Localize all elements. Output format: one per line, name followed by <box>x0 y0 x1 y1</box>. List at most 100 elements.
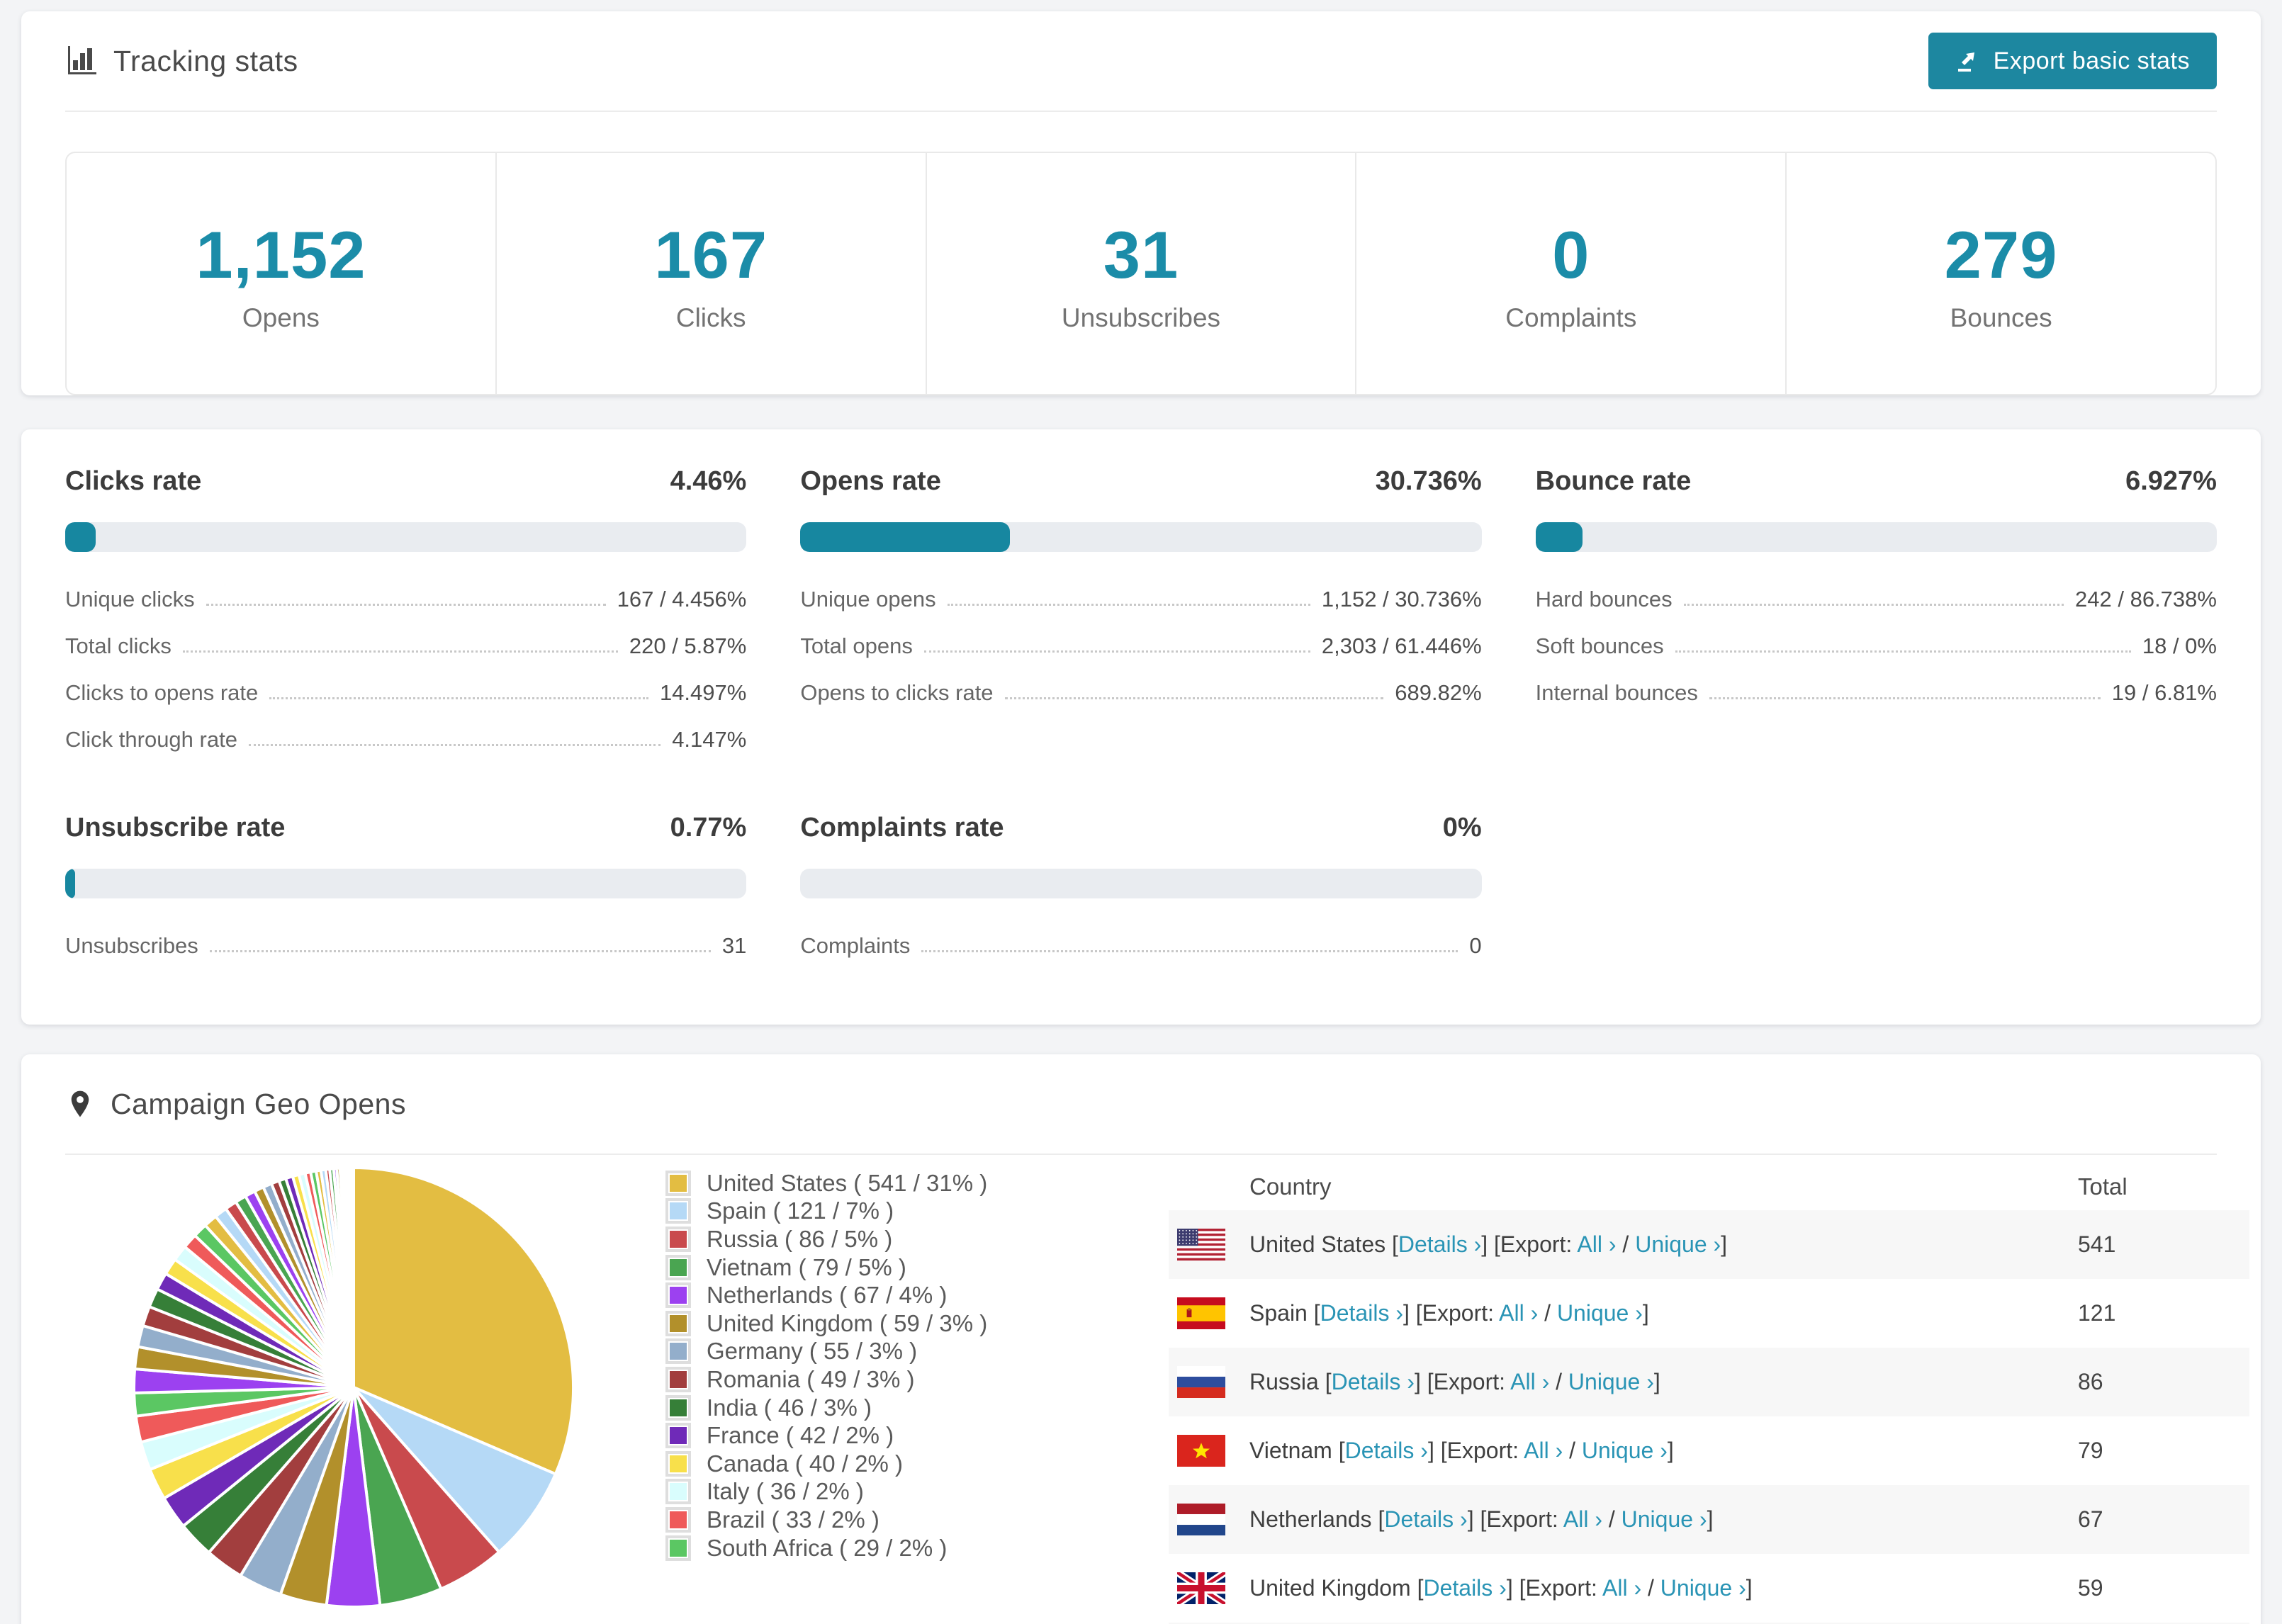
rate-row-label: Clicks to opens rate <box>65 680 259 705</box>
details-link[interactable]: Details › <box>1423 1575 1506 1601</box>
export-all-link[interactable]: All › <box>1510 1369 1549 1394</box>
rate-title: Bounce rate <box>1535 466 1692 496</box>
legend-label: Italy ( 36 / 2% ) <box>707 1478 864 1505</box>
rate-title: Unsubscribe rate <box>65 813 286 842</box>
rate-row-label: Unique opens <box>800 587 936 611</box>
country-cell: Russia [Details ›] [Export: All › / Uniq… <box>1249 1369 1660 1394</box>
rate-percent: 30.736% <box>1375 466 1482 496</box>
country-name: Spain <box>1249 1300 1308 1326</box>
stat-number: 31 <box>1103 218 1179 292</box>
rate-block-complaints-rate: Complaints rate 0% Complaints 0 <box>800 813 1482 969</box>
rate-row-label: Internal bounces <box>1535 680 1698 705</box>
rate-percent: 6.927% <box>2125 466 2217 496</box>
total-cell: 59 <box>2078 1575 2103 1601</box>
geo-header: Campaign Geo Opens <box>65 1054 2217 1155</box>
rate-row: Soft bounces 18 / 0% <box>1536 623 2217 670</box>
rate-head: Bounce rate 6.927% <box>1536 466 2217 497</box>
rate-row-value: 242 / 86.738% <box>2075 587 2217 611</box>
export-all-link[interactable]: All › <box>1577 1231 1616 1257</box>
export-all-link[interactable]: All › <box>1499 1300 1538 1326</box>
rate-row-value: 18 / 0% <box>2142 633 2217 658</box>
flag-gb-icon <box>1177 1572 1225 1604</box>
details-link[interactable]: Details › <box>1398 1231 1481 1257</box>
rate-block-unsubscribe-rate: Unsubscribe rate 0.77% Unsubscribes 31 <box>65 813 747 969</box>
pie-legend: United States ( 541 / 31% ) Spain ( 121 /… <box>665 1169 1062 1562</box>
legend-swatch <box>665 1282 691 1309</box>
export-label: Export: <box>1500 1231 1573 1257</box>
export-unique-link[interactable]: Unique › <box>1621 1506 1707 1532</box>
export-unique-link[interactable]: Unique › <box>1660 1575 1746 1601</box>
export-unique-link[interactable]: Unique › <box>1582 1438 1668 1463</box>
total-cell: 541 <box>2078 1231 2116 1257</box>
legend-label: France ( 42 / 2% ) <box>707 1422 894 1449</box>
export-unique-link[interactable]: Unique › <box>1568 1369 1654 1394</box>
export-unique-link[interactable]: Unique › <box>1557 1300 1643 1326</box>
legend-swatch <box>665 1338 691 1365</box>
legend-label: Brazil ( 33 / 2% ) <box>707 1506 879 1533</box>
details-link[interactable]: Details › <box>1332 1369 1415 1394</box>
legend-swatch <box>665 1226 691 1252</box>
bar-chart-icon <box>68 46 96 74</box>
stat-number: 167 <box>654 218 768 292</box>
rate-row-value: 220 / 5.87% <box>629 633 747 658</box>
stat-number: 0 <box>1552 218 1590 292</box>
rate-block-clicks-rate: Clicks rate 4.46% Unique clicks 167 / 4.456… <box>65 466 747 763</box>
legend-label: United States ( 541 / 31% ) <box>707 1169 988 1196</box>
dotted-leader <box>923 650 1310 653</box>
legend-swatch <box>665 1506 691 1533</box>
dotted-leader <box>1683 604 2064 606</box>
export-all-link[interactable]: All › <box>1563 1506 1602 1532</box>
country-name: United Kingdom <box>1249 1575 1411 1601</box>
rate-row-label: Click through rate <box>65 727 237 752</box>
export-all-link[interactable]: All › <box>1602 1575 1641 1601</box>
geo-table-row-nl: Netherlands [Details ›] [Export: All › /… <box>1169 1485 2249 1554</box>
legend-item: Romania ( 49 / 3% ) <box>665 1365 1062 1394</box>
total-cell: 67 <box>2078 1506 2103 1532</box>
legend-item: Russia ( 86 / 5% ) <box>665 1225 1062 1253</box>
country-cell: United States [Details ›] [Export: All ›… <box>1249 1231 1728 1257</box>
rate-row: Unique opens 1,152 / 30.736% <box>800 576 1481 623</box>
rate-percent: 0.77% <box>670 813 747 842</box>
export-label: Export: <box>1422 1300 1495 1326</box>
details-link[interactable]: Details › <box>1320 1300 1403 1326</box>
rate-row: Internal bounces 19 / 6.81% <box>1536 670 2217 716</box>
rate-head: Complaints rate 0% <box>800 813 1481 843</box>
dotted-leader <box>1004 697 1384 699</box>
rate-row-value: 31 <box>721 933 747 958</box>
export-unique-link[interactable]: Unique › <box>1635 1231 1721 1257</box>
legend-swatch <box>665 1423 691 1449</box>
geo-title: Campaign Geo Opens <box>65 1088 406 1121</box>
tracking-stats-card: Tracking stats Export basic stats 1,152 O… <box>21 11 2261 395</box>
rate-row-label: Opens to clicks rate <box>800 680 994 705</box>
legend-label: Germany ( 55 / 3% ) <box>707 1338 918 1365</box>
progress-bar-track <box>65 522 747 552</box>
stat-label: Opens <box>242 303 320 332</box>
map-pin-icon <box>71 1090 89 1117</box>
details-link[interactable]: Details › <box>1384 1506 1467 1532</box>
legend-swatch <box>665 1366 691 1392</box>
rate-row-value: 0 <box>1469 933 1482 958</box>
progress-bar-track <box>65 869 747 898</box>
country-name: Russia <box>1249 1369 1319 1394</box>
export-all-link[interactable]: All › <box>1524 1438 1563 1463</box>
stat-label: Bounces <box>1950 303 2052 332</box>
rate-head: Opens rate 30.736% <box>800 466 1481 497</box>
stats-summary: 1,152 Opens 167 Clicks 31 Unsubscribes 0 Compla… <box>65 152 2217 395</box>
details-link[interactable]: Details › <box>1345 1438 1428 1463</box>
flag-us-icon <box>1177 1229 1225 1261</box>
legend-item: Spain ( 121 / 7% ) <box>665 1197 1062 1226</box>
rate-row-label: Unsubscribes <box>65 933 198 958</box>
dotted-leader <box>182 650 618 653</box>
legend-label: Spain ( 121 / 7% ) <box>707 1197 894 1224</box>
geo-table-row-gb: United Kingdom [Details ›] [Export: All … <box>1169 1554 2249 1623</box>
export-basic-stats-button[interactable]: Export basic stats <box>1928 33 2217 89</box>
legend-swatch <box>665 1170 691 1196</box>
rate-row: Opens to clicks rate 689.82% <box>800 670 1481 716</box>
legend-item: Netherlands ( 67 / 4% ) <box>665 1281 1062 1309</box>
flag-vn-icon <box>1177 1435 1225 1467</box>
stats-boxes: 1,152 Opens 167 Clicks 31 Unsubscribes 0 Compla… <box>65 152 2217 395</box>
geo-table-row-es: Spain [Details ›] [Export: All › / Uniqu… <box>1169 1279 2249 1348</box>
dotted-leader <box>1675 650 2131 653</box>
pie-slice <box>351 1166 355 1389</box>
legend-swatch <box>665 1535 691 1561</box>
